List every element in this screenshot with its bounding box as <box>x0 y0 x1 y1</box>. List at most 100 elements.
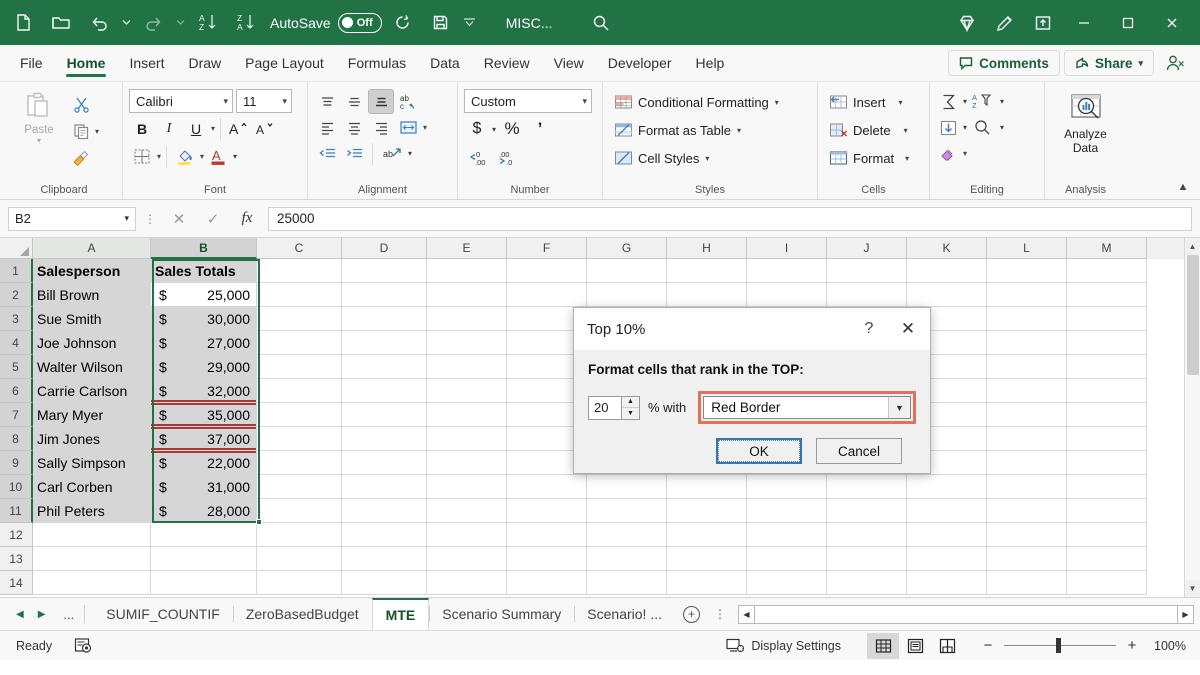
cell-b14[interactable] <box>151 571 257 595</box>
format-as-table-button[interactable]: Format as Table ▾ <box>609 117 784 144</box>
font-size-combo[interactable]: 11 ▾ <box>236 89 292 113</box>
cell-b1[interactable]: Sales Totals <box>151 259 257 283</box>
cell-d5[interactable] <box>342 355 427 379</box>
cell-c11[interactable] <box>257 499 342 523</box>
cell-l3[interactable] <box>987 307 1067 331</box>
close-icon[interactable] <box>1150 5 1194 41</box>
cell-d2[interactable] <box>342 283 427 307</box>
autosave-switch[interactable]: Off <box>338 13 382 33</box>
cell-k12[interactable] <box>907 523 987 547</box>
insert-cells-button[interactable]: Insert ▾ <box>824 89 914 116</box>
cut-icon[interactable] <box>68 91 94 117</box>
percent-input[interactable]: 20 <box>588 396 622 420</box>
insert-function-icon[interactable]: fx <box>232 207 262 231</box>
formula-input[interactable]: 25000 <box>268 207 1192 231</box>
cell-m7[interactable] <box>1067 403 1147 427</box>
row-header-3[interactable]: 3 <box>0 307 33 331</box>
cell-c3[interactable] <box>257 307 342 331</box>
cell-b11[interactable]: $ 28,000 <box>151 499 257 523</box>
cell-styles-button[interactable]: Cell Styles ▾ <box>609 145 784 172</box>
orientation-icon[interactable]: abc <box>395 89 425 114</box>
row-header-2[interactable]: 2 <box>0 283 33 307</box>
new-file-icon[interactable] <box>4 5 42 41</box>
cell-b2[interactable]: $ 25,000 <box>151 283 257 307</box>
tab-help[interactable]: Help <box>684 45 737 81</box>
increase-indent-icon[interactable] <box>341 141 367 166</box>
cell-a2[interactable]: Bill Brown <box>33 283 151 307</box>
merge-caret-icon[interactable]: ▾ <box>423 123 427 132</box>
fill-color-caret-icon[interactable]: ▾ <box>200 152 204 161</box>
cell-m6[interactable] <box>1067 379 1147 403</box>
cell-c6[interactable] <box>257 379 342 403</box>
cell-m3[interactable] <box>1067 307 1147 331</box>
cell-j12[interactable] <box>827 523 907 547</box>
cell-c8[interactable] <box>257 427 342 451</box>
cell-a5[interactable]: Walter Wilson <box>33 355 151 379</box>
cell-e6[interactable] <box>427 379 507 403</box>
cell-j11[interactable] <box>827 499 907 523</box>
cell-j14[interactable] <box>827 571 907 595</box>
row-header-14[interactable]: 14 <box>0 571 33 595</box>
add-sheet-button[interactable]: + <box>675 598 708 630</box>
cell-m4[interactable] <box>1067 331 1147 355</box>
align-bottom-icon[interactable] <box>368 89 394 114</box>
cell-i2[interactable] <box>747 283 827 307</box>
align-top-icon[interactable] <box>314 89 340 114</box>
stepper-up-icon[interactable]: ▲ <box>622 397 639 408</box>
cell-g1[interactable] <box>587 259 667 283</box>
row-header-13[interactable]: 13 <box>0 547 33 571</box>
chevron-down-icon[interactable]: ▼ <box>888 397 910 418</box>
tab-formulas[interactable]: Formulas <box>336 45 418 81</box>
cell-c7[interactable] <box>257 403 342 427</box>
align-right-icon[interactable] <box>368 115 394 140</box>
cell-l6[interactable] <box>987 379 1067 403</box>
vertical-scroll-track[interactable] <box>1185 255 1200 580</box>
cell-j2[interactable] <box>827 283 907 307</box>
row-header-9[interactable]: 9 <box>0 451 33 475</box>
normal-view-icon[interactable] <box>867 633 899 659</box>
share-caret-icon[interactable]: ▾ <box>1138 58 1143 69</box>
cell-l4[interactable] <box>987 331 1067 355</box>
sheet-tab-zerobasedbudget[interactable]: ZeroBasedBudget <box>233 598 372 630</box>
currency-button[interactable]: $ <box>464 116 490 142</box>
column-header-g[interactable]: G <box>587 238 667 259</box>
cell-c9[interactable] <box>257 451 342 475</box>
collapse-ribbon-icon[interactable]: ▲ <box>1172 177 1194 197</box>
decrease-indent-icon[interactable] <box>314 141 340 166</box>
pen-icon[interactable] <box>986 5 1024 41</box>
stepper-down-icon[interactable]: ▼ <box>622 407 639 419</box>
column-header-m[interactable]: M <box>1067 238 1147 259</box>
name-box-caret-icon[interactable]: ▾ <box>124 213 129 224</box>
cell-m1[interactable] <box>1067 259 1147 283</box>
format-cells-button[interactable]: Format ▾ <box>824 145 914 172</box>
cell-h14[interactable] <box>667 571 747 595</box>
number-format-caret-icon[interactable]: ▾ <box>578 96 587 107</box>
cell-e11[interactable] <box>427 499 507 523</box>
share-button[interactable]: Share ▾ <box>1064 50 1154 76</box>
column-header-i[interactable]: I <box>747 238 827 259</box>
autosave-toggle[interactable]: AutoSave Off <box>270 13 382 33</box>
font-color-icon[interactable]: A <box>205 144 231 169</box>
decrease-font-size-icon[interactable]: A <box>253 116 279 141</box>
cell-m13[interactable] <box>1067 547 1147 571</box>
maximize-icon[interactable] <box>1106 5 1150 41</box>
cell-d10[interactable] <box>342 475 427 499</box>
cell-e10[interactable] <box>427 475 507 499</box>
add-person-icon[interactable] <box>1158 45 1192 81</box>
cell-g13[interactable] <box>587 547 667 571</box>
cell-b8[interactable]: $ 37,000 <box>151 427 257 451</box>
cell-a6[interactable]: Carrie Carlson <box>33 379 151 403</box>
cell-a1[interactable]: Salesperson <box>33 259 151 283</box>
cell-c14[interactable] <box>257 571 342 595</box>
cell-l7[interactable] <box>987 403 1067 427</box>
cell-e4[interactable] <box>427 331 507 355</box>
column-header-b[interactable]: B <box>151 238 257 259</box>
cell-d6[interactable] <box>342 379 427 403</box>
save-icon[interactable] <box>422 5 460 41</box>
underline-caret-icon[interactable]: ▾ <box>211 124 215 133</box>
selection-fill-handle[interactable] <box>256 519 262 525</box>
cell-m5[interactable] <box>1067 355 1147 379</box>
cell-a8[interactable]: Jim Jones <box>33 427 151 451</box>
cell-l5[interactable] <box>987 355 1067 379</box>
column-header-e[interactable]: E <box>427 238 507 259</box>
